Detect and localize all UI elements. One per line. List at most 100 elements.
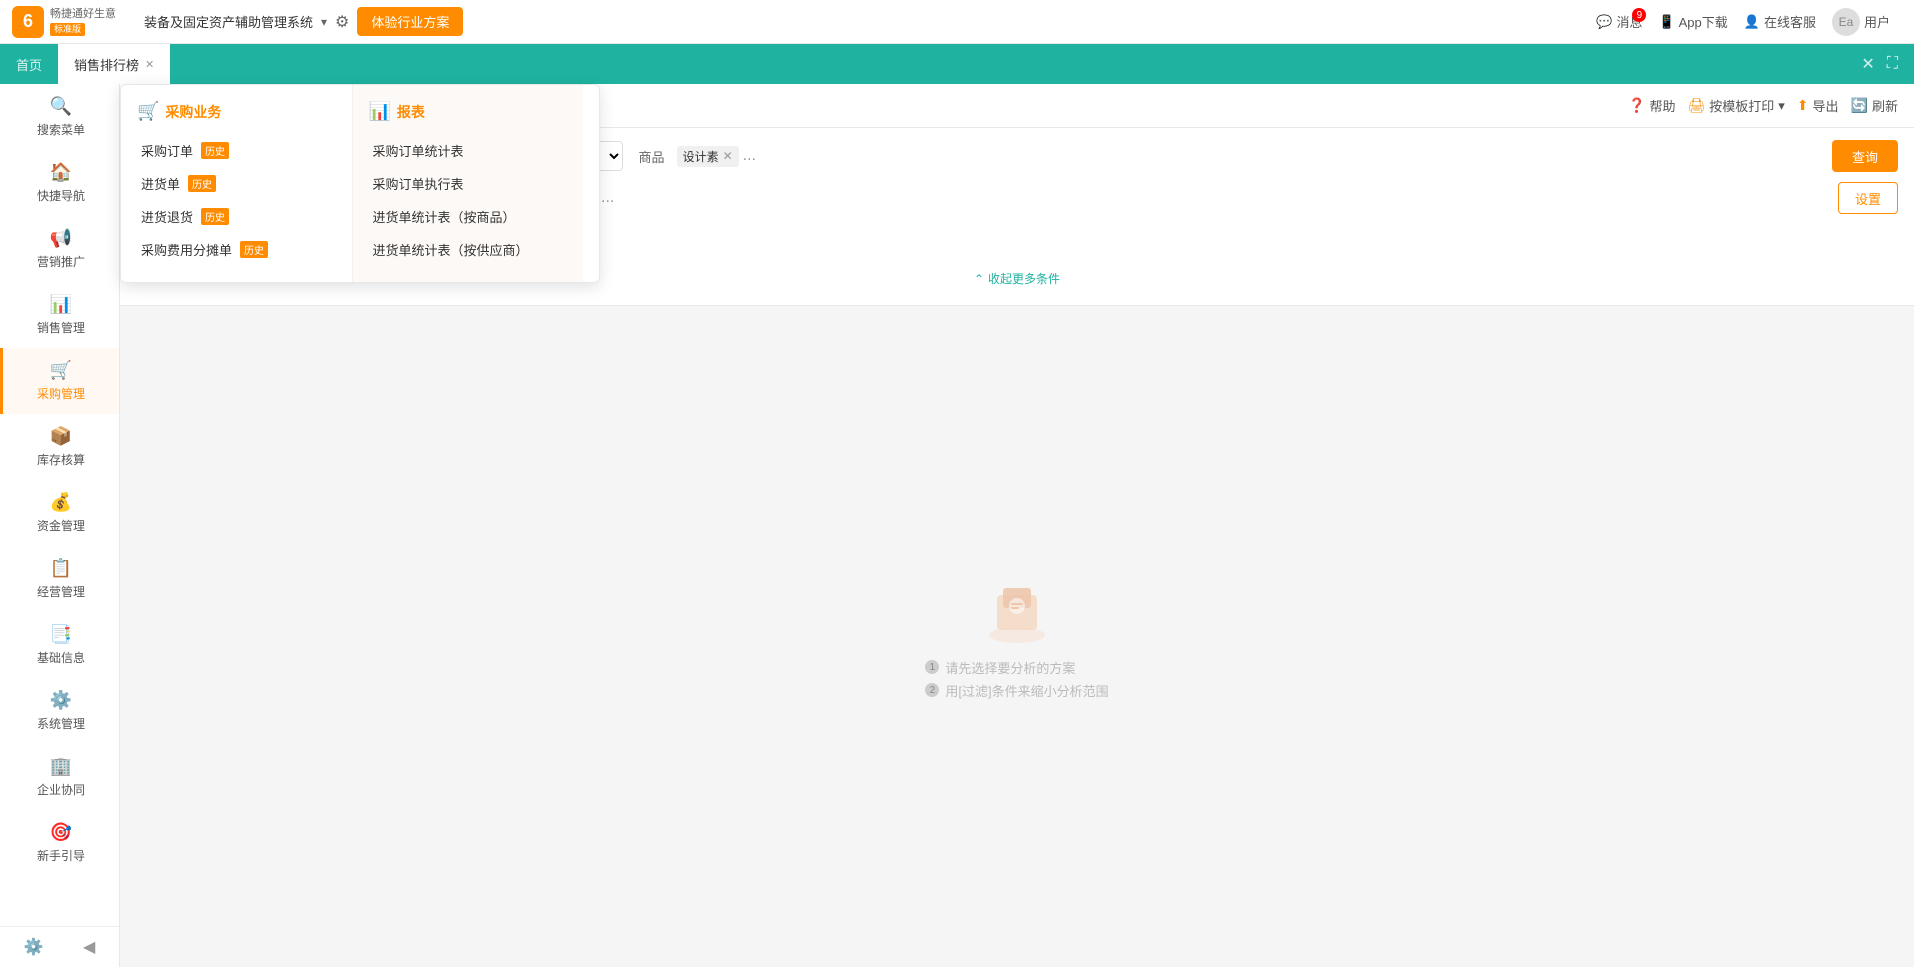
sidebar-label-search: 搜索菜单 xyxy=(37,121,85,138)
help-label: 帮助 xyxy=(1649,96,1675,115)
empty-state: 1 请先选择要分析的方案 2 用[过滤]条件来缩小分析范围 xyxy=(120,306,1914,967)
sidebar-bottom: ⚙️ ◀ xyxy=(0,926,119,967)
online-service-button[interactable]: 👤 在线客服 xyxy=(1744,12,1816,31)
sidebar-label-enterprise: 企业协同 xyxy=(37,781,85,798)
goods-filter-dots[interactable]: ... xyxy=(743,147,756,165)
system-settings-button[interactable]: ⚙ xyxy=(335,12,349,32)
sidebar-label-inventory: 库存核算 xyxy=(37,451,85,468)
dropdown-item-po-stats[interactable]: 采购订单统计表 xyxy=(369,134,584,167)
purchase-title-icon: 🛒 xyxy=(137,101,159,122)
tab-sales-rank[interactable]: 销售排行榜 ✕ xyxy=(58,44,170,84)
help-icon: ❓ xyxy=(1628,97,1645,114)
user-menu-button[interactable]: Ea 用户 xyxy=(1832,8,1890,36)
logo-title: 畅捷通好生意 xyxy=(50,7,116,21)
sidebar-item-enterprise[interactable]: 🏢 企业协同 xyxy=(0,744,119,810)
export-button[interactable]: ⬆ 导出 xyxy=(1797,96,1839,115)
logo-area: 6 畅捷通好生意 标准版 xyxy=(12,6,132,38)
dropdown-item-inbound-stats-supplier[interactable]: 进货单统计表（按供应商） xyxy=(369,233,584,266)
goods-label: 商品 xyxy=(639,147,665,166)
refresh-button[interactable]: 🔄 刷新 xyxy=(1851,96,1898,115)
dropdown-col-report: 📊 报表 采购订单统计表 采购订单执行表 进货单统计表（按商品） 进货单统计表（… xyxy=(352,85,584,282)
tab-sales-rank-label: 销售排行榜 xyxy=(74,55,139,74)
sidebar-item-purchase[interactable]: 🛒 采购管理 xyxy=(0,348,119,414)
phone-icon: 📱 xyxy=(1658,14,1674,30)
messages-badge: 9 xyxy=(1632,8,1646,22)
inbound-label: 进货单 xyxy=(141,174,180,193)
empty-tip-2-text: 用[过滤]条件来缩小分析范围 xyxy=(945,681,1108,700)
print-label: 按模板打印 xyxy=(1709,96,1774,115)
operations-icon: 📋 xyxy=(50,558,72,579)
sidebar-item-guide[interactable]: 🎯 新手引导 xyxy=(0,810,119,876)
goods-tag: 设计素 ✕ xyxy=(677,146,739,167)
inbound-return-label: 进货退货 xyxy=(141,207,193,226)
sidebar-label-operations: 经营管理 xyxy=(37,583,85,600)
app-download-label: App下载 xyxy=(1679,12,1728,31)
search-icon: 🔍 xyxy=(50,96,72,117)
header-right: 💬 消息 9 📱 App下载 👤 在线客服 Ea 用户 xyxy=(1596,8,1890,36)
history-badge-1: 历史 xyxy=(201,142,229,159)
dropdown-item-purchase-expense[interactable]: 采购费用分摊单 历史 xyxy=(137,233,352,266)
dropdown-item-purchase-order[interactable]: 采购订单 历史 xyxy=(137,134,352,167)
tab-close-button[interactable]: ✕ xyxy=(145,58,154,71)
inbound-stats-goods-label: 进货单统计表（按商品） xyxy=(373,207,516,226)
tip-dot-1: 1 xyxy=(925,660,939,674)
dropdown-item-po-exec[interactable]: 采购订单执行表 xyxy=(369,167,584,200)
sidebar-item-sales[interactable]: 📊 销售管理 xyxy=(0,282,119,348)
messages-button[interactable]: 💬 消息 9 xyxy=(1596,12,1642,31)
system-dropdown-button[interactable]: ▾ xyxy=(321,15,327,29)
user-label: 用户 xyxy=(1864,12,1890,31)
sidebar: 🔍 搜索菜单 🏠 快捷导航 📢 营销推广 📊 销售管理 🛒 采购管理 📦 库存核… xyxy=(0,84,120,967)
logo-icon: 6 xyxy=(12,6,44,38)
tab-bar: 首页 销售排行榜 ✕ ✕ ⛶ xyxy=(0,44,1914,84)
help-button[interactable]: ❓ 帮助 xyxy=(1628,96,1675,115)
sidebar-item-quick-nav[interactable]: 🏠 快捷导航 xyxy=(0,150,119,216)
goods-tag-close[interactable]: ✕ xyxy=(723,149,733,163)
tab-home[interactable]: 首页 xyxy=(0,44,58,84)
query-button[interactable]: 查询 xyxy=(1832,140,1898,172)
sidebar-item-finance[interactable]: 💰 资金管理 xyxy=(0,480,119,546)
sidebar-item-marketing[interactable]: 📢 营销推广 xyxy=(0,216,119,282)
sidebar-label-quick-nav: 快捷导航 xyxy=(37,187,85,204)
main-layout: 🔍 搜索菜单 🏠 快捷导航 📢 营销推广 📊 销售管理 🛒 采购管理 📦 库存核… xyxy=(0,84,1914,967)
finance-icon: 💰 xyxy=(50,492,72,513)
dropdown-report-title: 📊 报表 xyxy=(369,101,584,122)
logo-text: 畅捷通好生意 标准版 xyxy=(50,7,116,37)
sidebar-item-operations[interactable]: 📋 经营管理 xyxy=(0,546,119,612)
sidebar-label-purchase: 采购管理 xyxy=(37,385,85,402)
purchase-title-text: 采购业务 xyxy=(165,102,221,122)
history-badge-3: 历史 xyxy=(201,208,229,225)
logo-badge: 标准版 xyxy=(50,23,85,37)
sidebar-item-inventory[interactable]: 📦 库存核算 xyxy=(0,414,119,480)
top-header: 6 畅捷通好生意 标准版 装备及固定资产辅助管理系统 ▾ ⚙ 体验行业方案 💬 … xyxy=(0,0,1914,44)
refresh-icon: 🔄 xyxy=(1851,97,1868,114)
service-icon: 👤 xyxy=(1744,14,1760,30)
home-icon: 🏠 xyxy=(50,162,72,183)
guide-icon: 🎯 xyxy=(50,822,72,843)
goods-tag-value: 设计素 xyxy=(683,148,719,165)
dropdown-item-inbound-return[interactable]: 进货退货 历史 xyxy=(137,200,352,233)
sidebar-item-system[interactable]: ⚙️ 系统管理 xyxy=(0,678,119,744)
marketing-icon: 📢 xyxy=(50,228,72,249)
sidebar-item-search[interactable]: 🔍 搜索菜单 xyxy=(0,84,119,150)
app-download-button[interactable]: 📱 App下载 xyxy=(1658,12,1727,31)
dropdown-item-inbound-stats-goods[interactable]: 进货单统计表（按商品） xyxy=(369,200,584,233)
tab-minimize-button[interactable]: ✕ xyxy=(1857,54,1878,74)
settings-button[interactable]: 设置 xyxy=(1838,182,1898,214)
empty-tips: 1 请先选择要分析的方案 2 用[过滤]条件来缩小分析范围 xyxy=(925,658,1108,704)
print-button[interactable]: 🖨 按模板打印 ▾ xyxy=(1687,96,1784,115)
tab-actions: ✕ ⛶ xyxy=(1857,54,1914,74)
sidebar-collapse-button[interactable]: ◀ xyxy=(83,937,95,957)
tab-expand-button[interactable]: ⛶ xyxy=(1883,55,1902,73)
dropdown-item-inbound[interactable]: 进货单 历史 xyxy=(137,167,352,200)
salesperson-filter-dots[interactable]: ... xyxy=(601,189,614,207)
empty-tip-1: 1 请先选择要分析的方案 xyxy=(925,658,1108,677)
purchase-icon: 🛒 xyxy=(50,360,72,381)
system-icon: ⚙️ xyxy=(50,690,72,711)
industry-button[interactable]: 体验行业方案 xyxy=(357,7,463,36)
purchase-dropdown-menu: 🛒 采购业务 采购订单 历史 进货单 历史 进货退货 历史 采购费用分摊单 历史 xyxy=(120,84,600,283)
sidebar-settings-button[interactable]: ⚙️ xyxy=(24,937,44,957)
sidebar-item-basic-info[interactable]: 📑 基础信息 xyxy=(0,612,119,678)
empty-tip-1-text: 请先选择要分析的方案 xyxy=(945,658,1075,677)
purchase-expense-label: 采购费用分摊单 xyxy=(141,240,232,259)
history-badge-4: 历史 xyxy=(240,241,268,258)
